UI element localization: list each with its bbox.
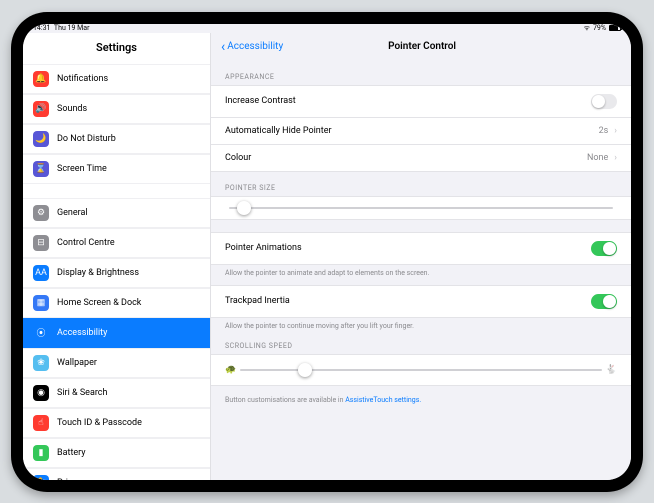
sidebar-item-privacy[interactable]: ✋ Privacy [23, 468, 210, 480]
battery-pct: 79% [593, 24, 606, 32]
wallpaper-icon: ❀ [33, 355, 49, 371]
ipad-device-frame: 14:31 Thu 19 Mar ᯤ 79% Settings 🔔 Notific… [11, 12, 643, 492]
siri-search-icon: ◉ [33, 385, 49, 401]
sidebar-item-label: Control Centre [57, 238, 115, 248]
display-brightness-icon: AA [33, 265, 49, 281]
auto-hide-label: Automatically Hide Pointer [225, 126, 599, 136]
wifi-icon: ᯤ [584, 24, 590, 33]
sidebar-item-label: Display & Brightness [57, 268, 139, 278]
status-time-date: 14:31 Thu 19 Mar [33, 24, 89, 32]
pointer-animations-cell[interactable]: Pointer Animations [211, 232, 631, 265]
assistivetouch-link[interactable]: AssistiveTouch settings. [345, 396, 421, 404]
status-bar: 14:31 Thu 19 Mar ᯤ 79% [23, 24, 631, 33]
privacy-icon: ✋ [33, 475, 49, 480]
sidebar-item-sounds[interactable]: 🔊 Sounds [23, 94, 210, 124]
footer-text: Button customisations are available in [225, 396, 345, 404]
general-icon: ⚙︎ [33, 205, 49, 221]
colour-label: Colour [225, 153, 587, 163]
trackpad-inertia-cell[interactable]: Trackpad Inertia [211, 285, 631, 318]
sidebar-item-accessibility[interactable]: ⦿ Accessibility [23, 318, 210, 348]
tortoise-icon: 🐢 [225, 365, 236, 375]
sidebar-item-label: Notifications [57, 74, 108, 84]
appearance-header: APPEARANCE [211, 61, 631, 85]
pointer-size-slider-cell[interactable] [211, 196, 631, 220]
detail-header: ‹ Accessibility Pointer Control [211, 33, 631, 61]
increase-contrast-cell[interactable]: Increase Contrast [211, 85, 631, 118]
pointer-size-slider[interactable] [229, 207, 613, 209]
auto-hide-cell[interactable]: Automatically Hide Pointer 2s › [211, 118, 631, 145]
sidebar-item-siri-search[interactable]: ◉ Siri & Search [23, 378, 210, 408]
control-centre-icon: ⊟ [33, 235, 49, 251]
scrolling-speed-slider[interactable] [240, 369, 602, 371]
colour-value: None [587, 153, 608, 163]
battery-icon [609, 25, 621, 31]
trackpad-inertia-switch[interactable] [591, 294, 617, 309]
sidebar-item-wallpaper[interactable]: ❀ Wallpaper [23, 348, 210, 378]
pointer-animations-hint: Allow the pointer to animate and adapt t… [211, 265, 631, 277]
sidebar-item-control-centre[interactable]: ⊟ Control Centre [23, 228, 210, 258]
hare-icon: 🐇 [606, 365, 617, 375]
increase-contrast-switch[interactable] [591, 94, 617, 109]
sidebar-item-label: Siri & Search [57, 388, 107, 398]
trackpad-inertia-label: Trackpad Inertia [225, 296, 591, 306]
sidebar-item-screen-time[interactable]: ⌛ Screen Time [23, 154, 210, 184]
sidebar-scroll[interactable]: 🔔 Notifications 🔊 Sounds 🌙 Do Not Disturb ⌛ Scr… [23, 64, 210, 480]
page-title: Pointer Control [283, 41, 561, 52]
sidebar-item-do-not-disturb[interactable]: 🌙 Do Not Disturb [23, 124, 210, 154]
scrolling-speed-slider-cell[interactable]: 🐢 🐇 [211, 354, 631, 386]
trackpad-inertia-hint: Allow the pointer to continue moving aft… [211, 318, 631, 330]
sidebar-item-label: Wallpaper [57, 358, 97, 368]
sidebar-item-label: Do Not Disturb [57, 134, 116, 144]
auto-hide-value: 2s [599, 126, 609, 136]
back-label: Accessibility [227, 41, 283, 52]
detail-pane: ‹ Accessibility Pointer Control APPEARAN… [211, 33, 631, 480]
sidebar-item-home-screen-dock[interactable]: ▦ Home Screen & Dock [23, 288, 210, 318]
chevron-right-icon: › [614, 153, 617, 163]
screen: 14:31 Thu 19 Mar ᯤ 79% Settings 🔔 Notific… [23, 24, 631, 480]
touch-id-passcode-icon: ☝︎ [33, 415, 49, 431]
pointer-animations-switch[interactable] [591, 241, 617, 256]
sidebar-item-label: Accessibility [57, 328, 107, 338]
do-not-disturb-icon: 🌙 [33, 131, 49, 147]
pointer-size-header: POINTER SIZE [211, 172, 631, 196]
sidebar-item-label: Battery [57, 448, 86, 458]
colour-cell[interactable]: Colour None › [211, 145, 631, 172]
home-screen-dock-icon: ▦ [33, 295, 49, 311]
screen-time-icon: ⌛ [33, 161, 49, 177]
sidebar-item-touch-id-passcode[interactable]: ☝︎ Touch ID & Passcode [23, 408, 210, 438]
sidebar-title: Settings [23, 33, 210, 64]
status-time: 14:31 [33, 24, 50, 32]
sidebar-item-label: Home Screen & Dock [57, 298, 141, 308]
sidebar-item-label: Touch ID & Passcode [57, 418, 142, 428]
sidebar-item-general[interactable]: ⚙︎ General [23, 198, 210, 228]
notifications-icon: 🔔 [33, 71, 49, 87]
status-date: Thu 19 Mar [54, 24, 90, 32]
sidebar-item-battery[interactable]: ▮ Battery [23, 438, 210, 468]
chevron-right-icon: › [614, 126, 617, 136]
pointer-animations-label: Pointer Animations [225, 243, 591, 253]
sidebar-item-label: Sounds [57, 104, 87, 114]
scrolling-speed-thumb[interactable] [298, 363, 312, 377]
battery-icon: ▮ [33, 445, 49, 461]
footer-note: Button customisations are available in A… [211, 386, 631, 414]
increase-contrast-label: Increase Contrast [225, 96, 591, 106]
sidebar-item-label: Screen Time [57, 164, 107, 174]
sidebar-item-label: General [57, 208, 88, 218]
scrolling-speed-header: SCROLLING SPEED [211, 330, 631, 354]
sidebar-item-label: Privacy [57, 478, 86, 480]
sounds-icon: 🔊 [33, 101, 49, 117]
sidebar-item-notifications[interactable]: 🔔 Notifications [23, 64, 210, 94]
pointer-size-thumb[interactable] [237, 201, 251, 215]
accessibility-icon: ⦿ [33, 325, 49, 341]
settings-sidebar: Settings 🔔 Notifications 🔊 Sounds 🌙 Do Not Di… [23, 33, 211, 480]
sidebar-item-display-brightness[interactable]: AA Display & Brightness [23, 258, 210, 288]
back-button[interactable]: ‹ Accessibility [221, 41, 283, 52]
